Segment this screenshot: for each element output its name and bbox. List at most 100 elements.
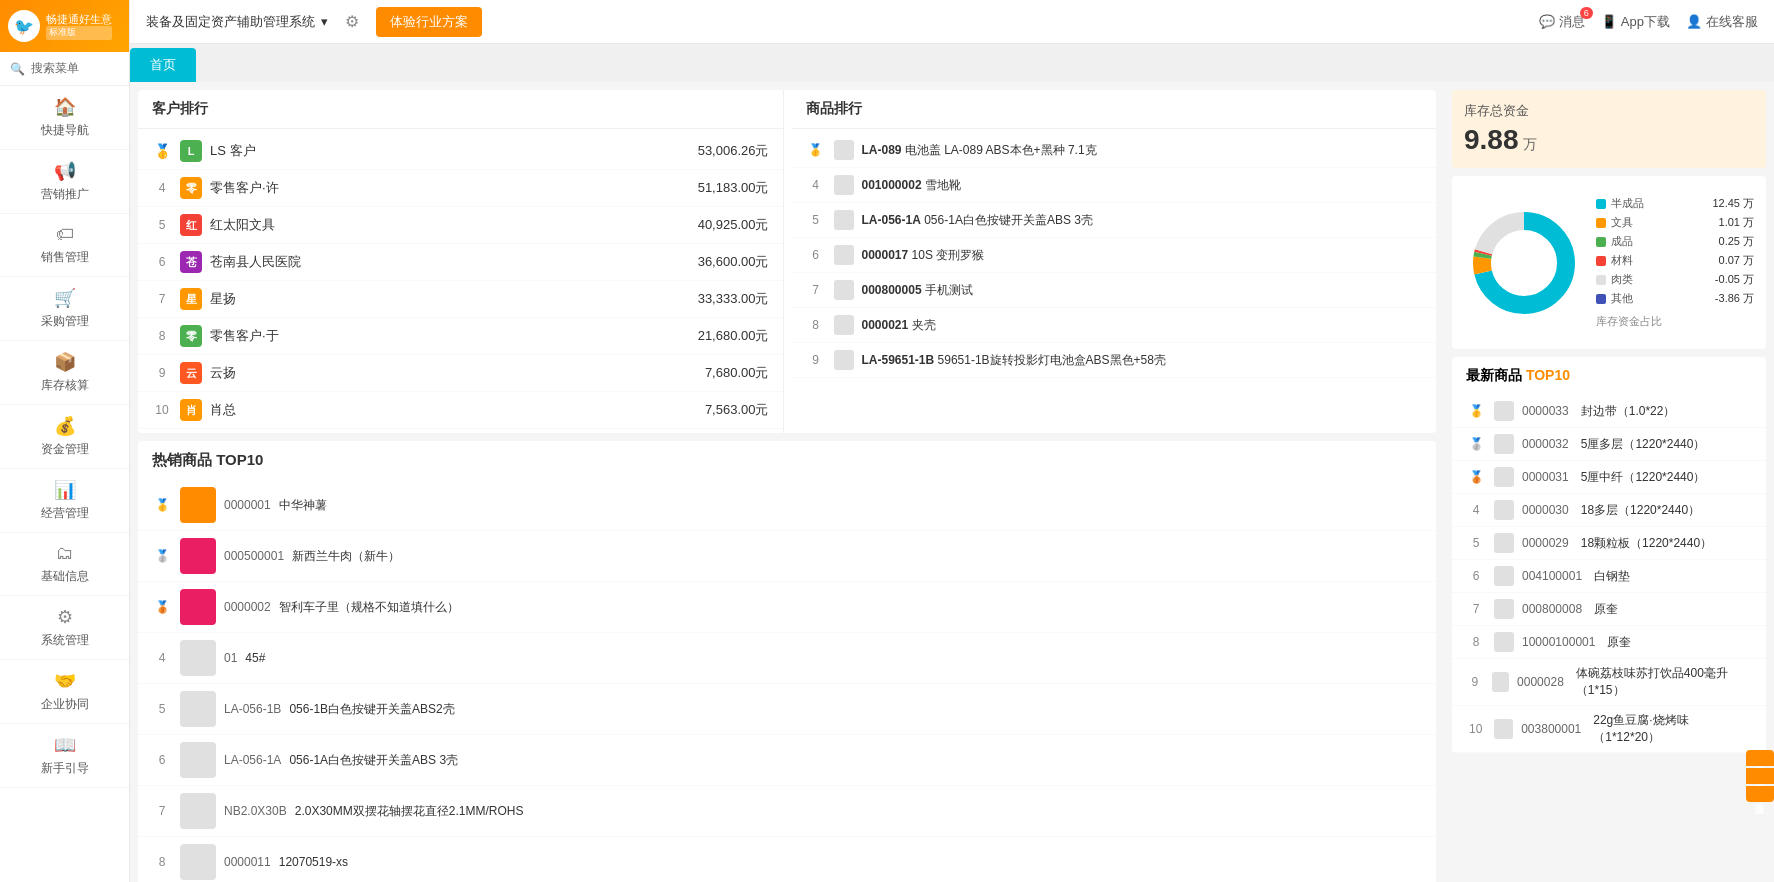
table-row: 4 零 零售客户·许 51,183.00元	[138, 170, 783, 207]
tab-home[interactable]: 首页	[130, 48, 196, 82]
product-name: 5厘中纤（1220*2440）	[1581, 469, 1706, 486]
sidebar-item-system[interactable]: ⚙ 系统管理	[0, 596, 129, 660]
product-info: 000800005 手机测试	[862, 282, 1423, 299]
product-name: 白钢垫	[1594, 568, 1630, 585]
newest-top10-label: TOP10	[1526, 367, 1570, 383]
list-item: 4 01 45#	[138, 633, 1436, 684]
list-item: 🥇 0000001 中华神薯	[138, 480, 1436, 531]
rank-number: 5	[806, 213, 826, 227]
medal-icon: 🥇	[152, 143, 172, 159]
product-name: 新西兰牛肉（新牛）	[292, 548, 400, 565]
sidebar-item-quick-nav[interactable]: 🏠 快捷导航	[0, 86, 129, 150]
sidebar-item-operations[interactable]: 📊 经营管理	[0, 469, 129, 533]
rank-number: 8	[152, 855, 172, 869]
product-code: 0000011	[224, 855, 271, 869]
legend-color	[1596, 256, 1606, 266]
product-code: LA-056-1A	[224, 753, 281, 767]
sidebar-item-guide[interactable]: 📖 新手引导	[0, 724, 129, 788]
table-row: 6 苍 苍南县人民医院 36,600.00元	[138, 244, 783, 281]
product-name: 原奎	[1594, 601, 1618, 618]
sidebar-item-label: 系统管理	[41, 632, 89, 649]
product-thumbnail	[180, 589, 216, 625]
product-code: 01	[224, 651, 237, 665]
legend-label: 文具	[1611, 215, 1714, 230]
customer-name: 红太阳文具	[210, 216, 690, 234]
medal-icon: 🥈	[1466, 437, 1486, 451]
system-selector[interactable]: 装备及固定资产辅助管理系统 ▾	[146, 13, 328, 31]
cs-live-button[interactable]: 直播	[1746, 786, 1774, 802]
list-item: 🥇 0000033 封边带（1.0*22）	[1452, 395, 1766, 428]
product-icon	[834, 315, 854, 335]
finance-icon: 💰	[54, 415, 76, 437]
product-code: 000500001	[224, 549, 284, 563]
product-name: 中华神薯	[279, 497, 327, 514]
product-code: 0000028	[1517, 675, 1564, 689]
sales-icon: 🏷	[56, 224, 74, 245]
rank-number: 4	[152, 651, 172, 665]
legend-item-stationery: 文具 1.01 万	[1596, 215, 1754, 230]
table-row: 5 红 红太阳文具 40,925.00元	[138, 207, 783, 244]
rank-number: 8	[806, 318, 826, 332]
product-icon	[1494, 566, 1514, 586]
list-item: 7 000800008 原奎	[1452, 593, 1766, 626]
table-row: 7 000800005 手机测试	[792, 273, 1437, 308]
sidebar-item-marketing[interactable]: 📢 营销推广	[0, 150, 129, 214]
sidebar-item-label: 资金管理	[41, 441, 89, 458]
sidebar-item-basic-info[interactable]: 🗂 基础信息	[0, 533, 129, 596]
inventory-summary-card: 库存总资金 9.88 万	[1452, 90, 1766, 168]
sidebar: 🐦 畅捷通好生意 标准版 🔍 搜索菜单 🏠 快捷导航 📢 营销推广 🏷 销售管理…	[0, 0, 130, 882]
product-code: 0000032	[1522, 437, 1569, 451]
legend-label: 成品	[1611, 234, 1714, 249]
list-item: 9 0000028 体碗荔枝味苏打饮品400毫升（1*15）	[1452, 659, 1766, 706]
product-code: 0000029	[1522, 536, 1569, 550]
product-icon	[1494, 500, 1514, 520]
product-code: 10000100001	[1522, 635, 1595, 649]
product-name: 18颗粒板（1220*2440）	[1581, 535, 1712, 552]
customer-name: 零售客户·许	[210, 179, 690, 197]
rank-number: 4	[1466, 503, 1486, 517]
table-row: 5 LA-056-1A 056-1A白色按键开关盖ABS 3壳	[792, 203, 1437, 238]
trial-button[interactable]: 体验行业方案	[376, 7, 482, 37]
sidebar-item-inventory[interactable]: 📦 库存核算	[0, 341, 129, 405]
legend-color	[1596, 199, 1606, 209]
product-icon	[1494, 632, 1514, 652]
inventory-unit: 万	[1523, 136, 1537, 154]
sidebar-item-label: 快捷导航	[41, 122, 89, 139]
product-code: 004100001	[1522, 569, 1582, 583]
table-row: 🥇 L LS 客户 53,006.26元	[138, 133, 783, 170]
product-info: 0000021 夹壳	[862, 317, 1423, 334]
sidebar-item-enterprise[interactable]: 🤝 企业协同	[0, 660, 129, 724]
customer-amount: 33,333.00元	[698, 290, 769, 308]
product-name: 5厘多层（1220*2440）	[1581, 436, 1706, 453]
list-item: 10 003800001 22g鱼豆腐·烧烤味（1*12*20）	[1452, 706, 1766, 753]
gear-button[interactable]: ⚙	[338, 8, 366, 36]
cs-community-button[interactable]: 服务社区	[1746, 768, 1774, 784]
product-code: 000800008	[1522, 602, 1582, 616]
table-row: 4 001000002 雪地靴	[792, 168, 1437, 203]
sidebar-item-finance[interactable]: 💰 资金管理	[0, 405, 129, 469]
rank-number: 4	[152, 181, 172, 195]
table-row: 8 0000021 夹壳	[792, 308, 1437, 343]
product-name: 体碗荔枝味苏打饮品400毫升（1*15）	[1576, 665, 1752, 699]
legend-item-semi: 半成品 12.45 万	[1596, 196, 1754, 211]
customer-amount: 36,600.00元	[698, 253, 769, 271]
inventory-amount: 9.88	[1464, 124, 1519, 156]
customer-name: 星扬	[210, 290, 690, 308]
system-icon: ⚙	[57, 606, 73, 628]
search-menu[interactable]: 🔍 搜索菜单	[0, 52, 129, 86]
cs-hotline-button[interactable]: 客服热线	[1746, 750, 1774, 766]
sidebar-item-sales[interactable]: 🏷 销售管理	[0, 214, 129, 277]
legend-item-material: 材料 0.07 万	[1596, 253, 1754, 268]
phone-icon: 📱	[1601, 14, 1617, 29]
product-icon	[834, 140, 854, 160]
legend-value: 12.45 万	[1712, 196, 1754, 211]
app-download-button[interactable]: 📱 App下载	[1601, 13, 1670, 31]
sidebar-item-purchase[interactable]: 🛒 采购管理	[0, 277, 129, 341]
online-service-button[interactable]: 👤 在线客服	[1686, 13, 1758, 31]
legend-color	[1596, 237, 1606, 247]
rank-number: 7	[1466, 602, 1486, 616]
product-code: 0000033	[1522, 404, 1569, 418]
message-button[interactable]: 💬 消息 6	[1539, 13, 1585, 31]
rank-number: 9	[152, 366, 172, 380]
avatar: 云	[180, 362, 202, 384]
